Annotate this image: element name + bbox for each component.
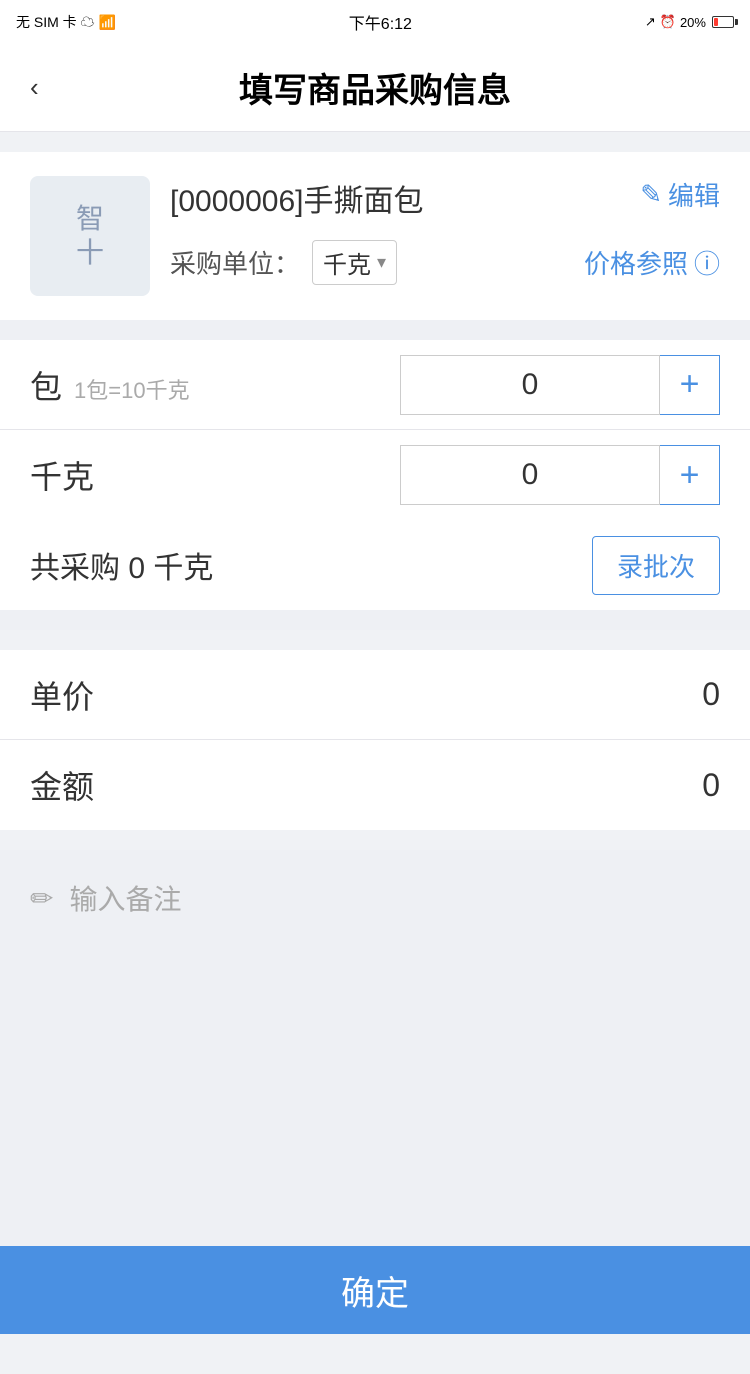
status-signal: 无 SIM 卡 ☁ 📶	[16, 12, 116, 32]
price-section: 单价 0 金额 0	[0, 650, 750, 830]
price-ref-label: 价格参照	[584, 244, 688, 281]
amount-label: 金额	[30, 762, 94, 808]
kg-input[interactable]	[400, 445, 660, 505]
bottom-spacer	[0, 946, 750, 1286]
dropdown-arrow-icon: ▾	[377, 252, 386, 273]
amount-value: 0	[702, 767, 720, 804]
battery-percent: 20%	[680, 15, 706, 30]
page-title: 填写商品采购信息	[239, 63, 511, 112]
notes-placeholder: 输入备注	[69, 878, 181, 918]
info-icon: ⓘ	[694, 244, 720, 281]
product-logo: 智 十	[76, 202, 104, 269]
product-name: [0000006]手撕面包	[170, 176, 423, 220]
pencil-icon: ✏	[30, 882, 53, 915]
unit-price-value: 0	[702, 676, 720, 713]
product-thumbnail: 智 十	[30, 176, 150, 296]
status-right: ↗ ⏰ 20%	[645, 14, 734, 30]
batch-button[interactable]: 录批次	[592, 536, 720, 595]
section-divider-1	[0, 320, 750, 340]
edit-button[interactable]: ✎ 编辑	[640, 176, 720, 213]
unit-price-row: 单价 0	[0, 650, 750, 740]
kg-input-row: 千克 +	[0, 430, 750, 520]
product-card: 智 十 [0000006]手撕面包 ✎ 编辑 采购单位： 千克 ▾	[0, 152, 750, 320]
edit-label: 编辑	[668, 176, 720, 213]
unit-select[interactable]: 千克 ▾	[312, 240, 397, 285]
unit-value: 千克	[323, 245, 371, 280]
summary-row: 共采购 0 千克 录批次	[0, 520, 750, 610]
section-divider-2	[0, 610, 750, 630]
nav-bar: ‹ 填写商品采购信息	[0, 44, 750, 132]
kg-label: 千克	[30, 452, 94, 498]
status-bar: 无 SIM 卡 ☁ 📶 下午6:12 ↗ ⏰ 20%	[0, 0, 750, 44]
back-button[interactable]: ‹	[30, 62, 49, 113]
amount-row: 金额 0	[0, 740, 750, 830]
pack-label: 包	[30, 362, 62, 408]
confirm-button[interactable]: 确定	[0, 1246, 750, 1334]
edit-icon: ✎	[640, 179, 662, 210]
summary-text: 共采购 0 千克	[30, 543, 213, 587]
pack-sublabel: 1包=10千克	[74, 373, 190, 405]
battery-icon	[712, 16, 734, 28]
purchase-unit-label: 采购单位：	[170, 244, 300, 281]
summary-value: 0	[128, 552, 145, 585]
unit-price-label: 单价	[30, 672, 94, 718]
alarm-icon: ⏰	[660, 14, 676, 30]
product-info: [0000006]手撕面包 ✎ 编辑 采购单位： 千克 ▾ 价格参照 ⓘ	[170, 176, 720, 285]
status-time: 下午6:12	[349, 10, 412, 34]
price-ref-button[interactable]: 价格参照 ⓘ	[584, 244, 720, 281]
pack-plus-button[interactable]: +	[660, 355, 720, 415]
kg-plus-button[interactable]: +	[660, 445, 720, 505]
notes-section[interactable]: ✏ 输入备注	[0, 850, 750, 946]
pack-input-row: 包 1包=10千克 +	[0, 340, 750, 430]
pack-input[interactable]	[400, 355, 660, 415]
location-icon: ↗	[645, 14, 656, 30]
input-section: 包 1包=10千克 + 千克 +	[0, 340, 750, 520]
